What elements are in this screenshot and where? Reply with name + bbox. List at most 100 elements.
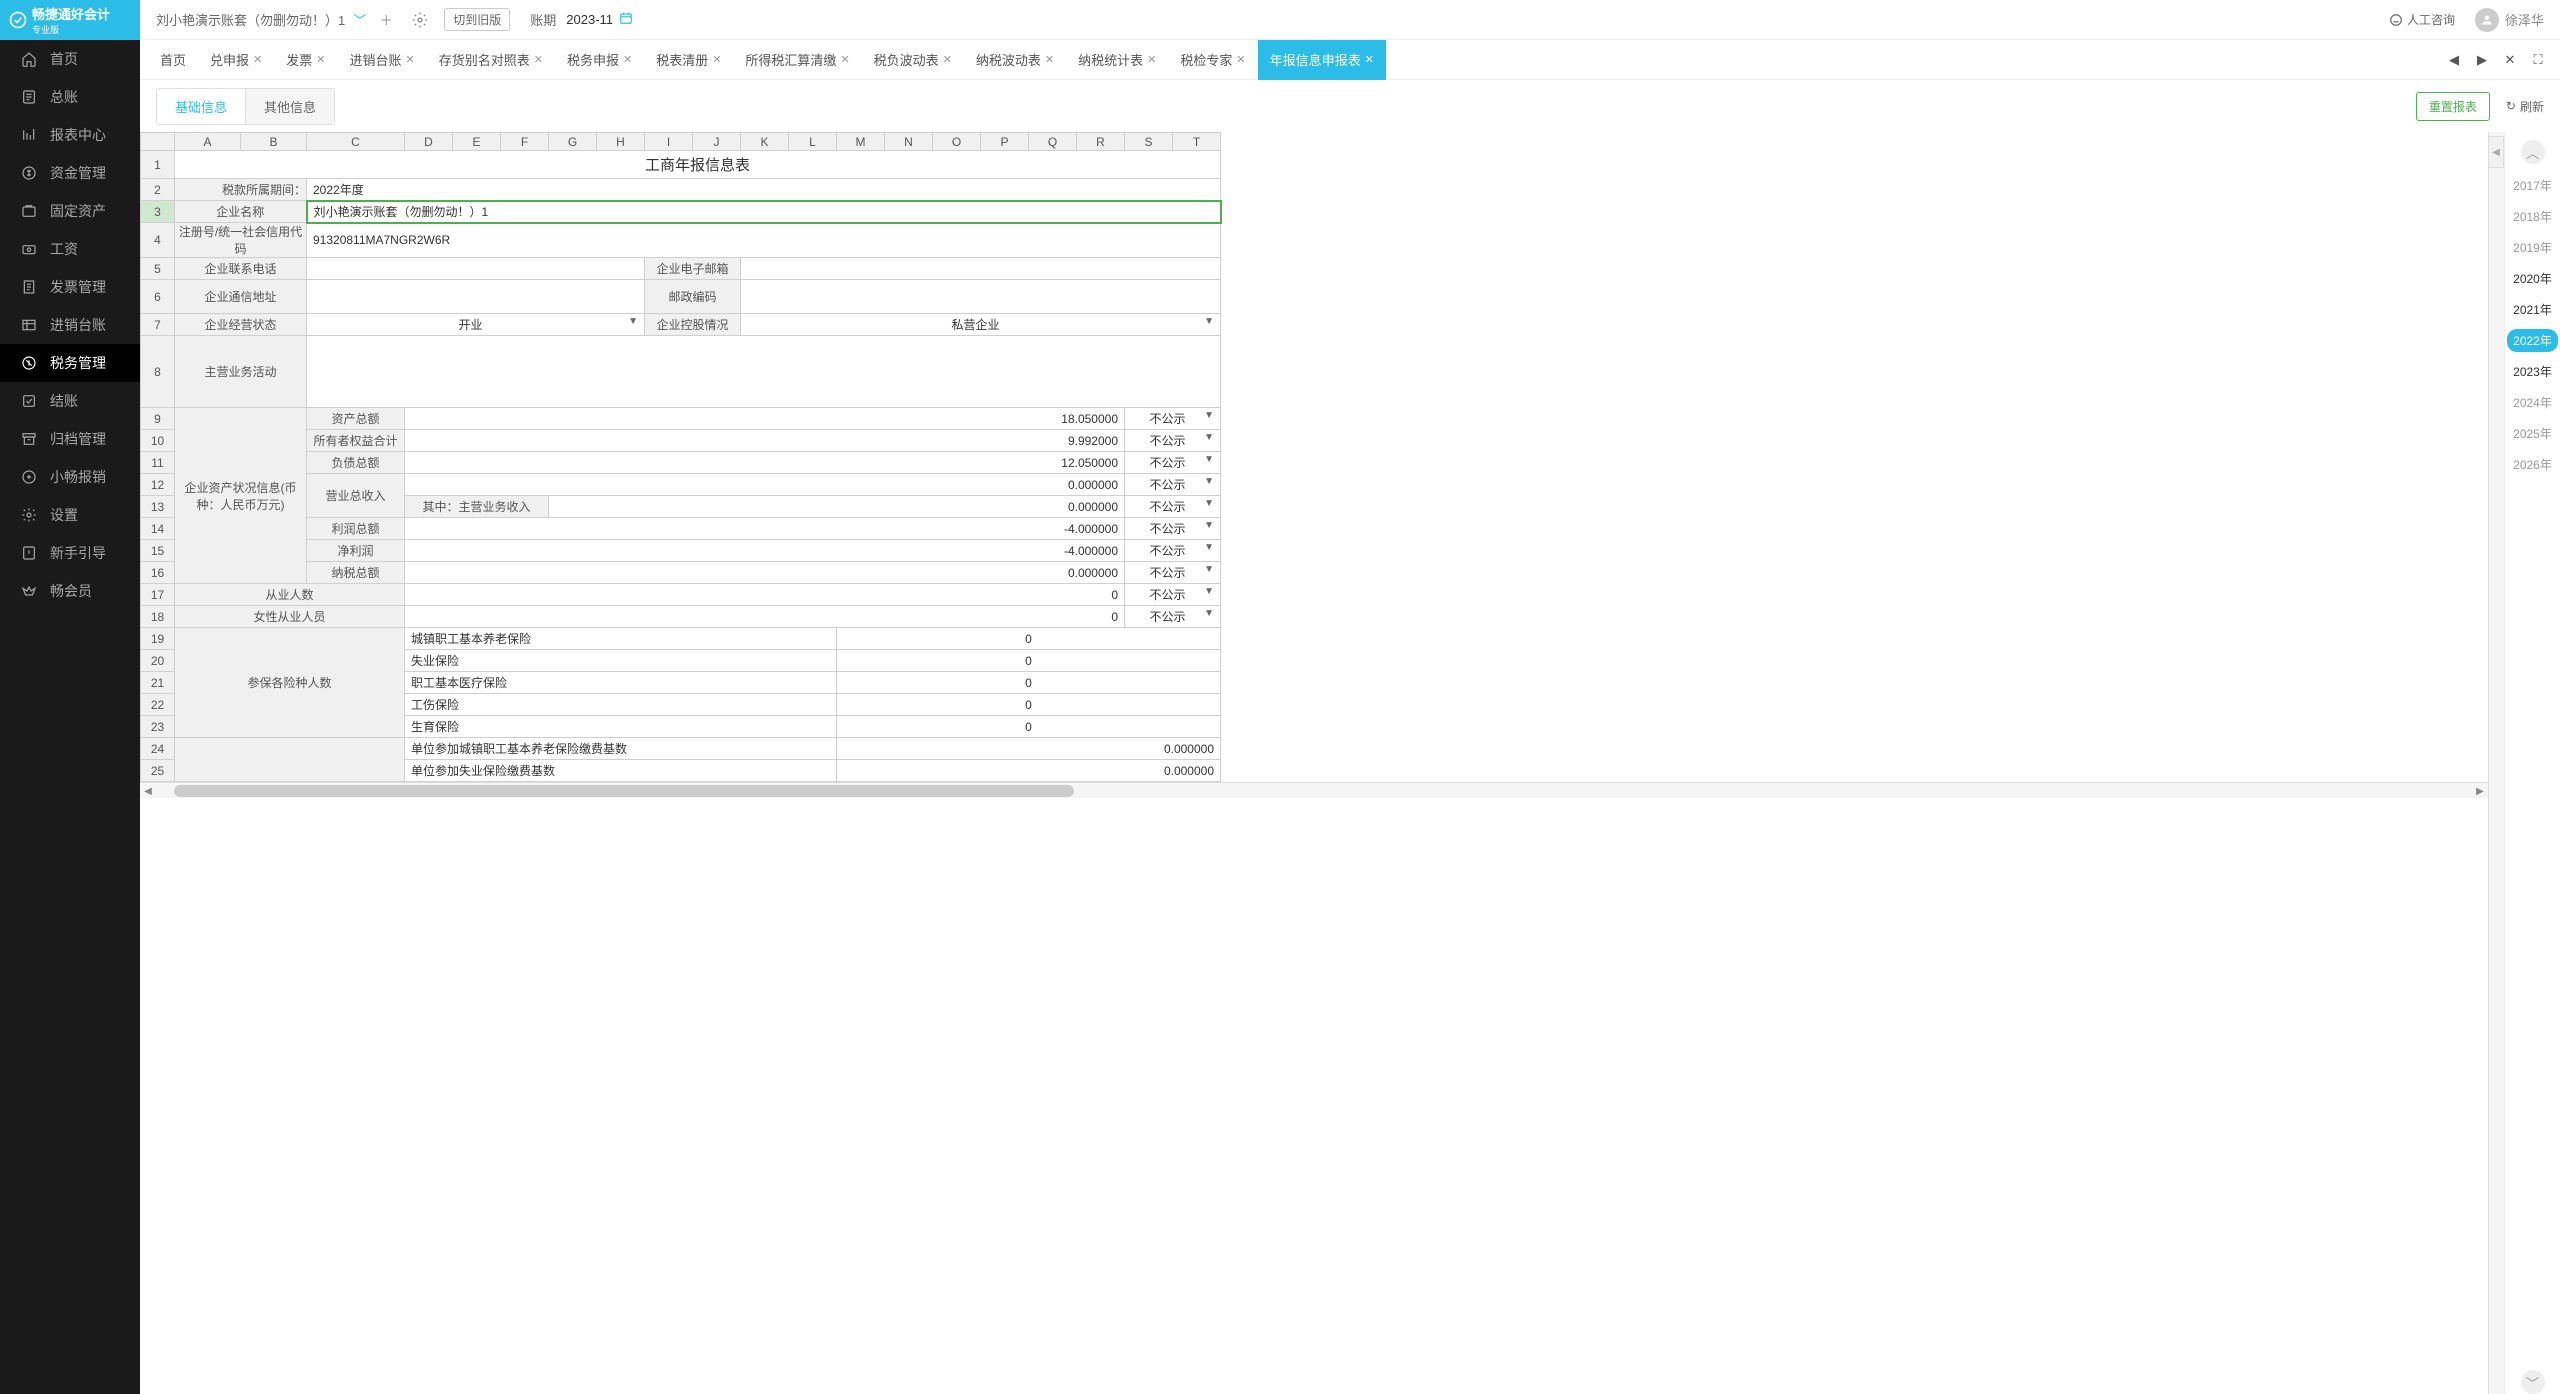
col-head-A[interactable]: A [175, 133, 241, 151]
sidebar-item-report[interactable]: 报表中心 [0, 116, 140, 154]
tab-所得税汇算清缴[interactable]: 所得税汇算清缴✕ [733, 40, 861, 80]
tab-年报信息申报表[interactable]: 年报信息申报表✕ [1258, 40, 1386, 80]
fullscreen-button[interactable]: ⛶ [2524, 46, 2552, 74]
female-value[interactable]: 0 [405, 606, 1125, 628]
sidebar-item-vip[interactable]: 畅会员 [0, 572, 140, 610]
year-item-2021年[interactable]: 2021年 [2507, 298, 2558, 321]
tab-税检专家[interactable]: 税检专家✕ [1168, 40, 1257, 80]
tab-进销台账[interactable]: 进销台账✕ [337, 40, 426, 80]
col-head-Q[interactable]: Q [1029, 133, 1077, 151]
col-head-I[interactable]: I [645, 133, 693, 151]
close-icon[interactable]: ✕ [712, 53, 721, 66]
sheet-corner[interactable] [141, 133, 175, 151]
email-value-cell[interactable] [741, 258, 1221, 280]
close-icon[interactable]: ✕ [253, 53, 262, 66]
sidebar-item-settings[interactable]: 设置 [0, 496, 140, 534]
profit-value[interactable]: -4.000000 [405, 518, 1125, 540]
row-head-16[interactable]: 16 [141, 562, 175, 584]
spreadsheet[interactable]: ABCDEFGHIJKLMNOPQRST 1工商年报信息表2税款所属期间：202… [140, 132, 2488, 1394]
reset-report-button[interactable]: 重置报表 [2416, 92, 2490, 121]
sidebar-item-fund[interactable]: 资金管理 [0, 154, 140, 192]
dropdown-arrow-icon[interactable]: ▼ [1204, 542, 1214, 553]
year-panel-collapse[interactable]: ◀ [2488, 136, 2504, 168]
ins-pension-value[interactable]: 0 [837, 628, 1221, 650]
holding-value-cell[interactable]: 私营企业▼ [741, 314, 1221, 336]
tab-税表清册[interactable]: 税表清册✕ [644, 40, 733, 80]
tax-value[interactable]: 0.000000 [405, 562, 1125, 584]
sub-tab-other[interactable]: 其他信息 [246, 89, 334, 124]
row-head-10[interactable]: 10 [141, 430, 175, 452]
col-head-G[interactable]: G [549, 133, 597, 151]
zip-value-cell[interactable] [741, 280, 1221, 314]
dropdown-arrow-icon[interactable]: ▼ [1204, 432, 1214, 443]
row-head-3[interactable]: 3 [141, 201, 175, 223]
year-item-2020年[interactable]: 2020年 [2507, 267, 2558, 290]
year-item-2017年[interactable]: 2017年 [2507, 174, 2558, 197]
period-value[interactable]: 2023-11 [566, 12, 613, 27]
row-head-7[interactable]: 7 [141, 314, 175, 336]
tab-纳税波动表[interactable]: 纳税波动表✕ [964, 40, 1066, 80]
close-icon[interactable]: ✕ [943, 53, 952, 66]
mainrev-public[interactable]: 不公示▼ [1125, 496, 1221, 518]
dropdown-arrow-icon[interactable]: ▼ [1204, 608, 1214, 619]
sidebar-item-tax[interactable]: 税务管理 [0, 344, 140, 382]
col-head-F[interactable]: F [501, 133, 549, 151]
company-value-cell[interactable]: 刘小艳演示账套（勿删勿动！）1 [307, 201, 1221, 223]
row-head-5[interactable]: 5 [141, 258, 175, 280]
netprofit-public[interactable]: 不公示▼ [1125, 540, 1221, 562]
col-head-K[interactable]: K [741, 133, 789, 151]
row-head-20[interactable]: 20 [141, 650, 175, 672]
sidebar-item-home[interactable]: 首页 [0, 40, 140, 78]
col-head-O[interactable]: O [933, 133, 981, 151]
phone-value-cell[interactable] [307, 258, 645, 280]
close-icon[interactable]: ✕ [534, 53, 543, 66]
calendar-icon[interactable] [619, 11, 633, 28]
tab-next-button[interactable]: ▶ [2468, 46, 2496, 74]
liab-public[interactable]: 不公示▼ [1125, 452, 1221, 474]
switch-old-version-button[interactable]: 切到旧版 [444, 8, 510, 31]
close-icon[interactable]: ✕ [840, 53, 849, 66]
year-item-2024年[interactable]: 2024年 [2507, 391, 2558, 414]
row-head-18[interactable]: 18 [141, 606, 175, 628]
year-item-2025年[interactable]: 2025年 [2507, 422, 2558, 445]
sidebar-item-asset[interactable]: 固定资产 [0, 192, 140, 230]
row-head-11[interactable]: 11 [141, 452, 175, 474]
ins-birth-value[interactable]: 0 [837, 716, 1221, 738]
activity-value-cell[interactable] [307, 336, 1221, 408]
col-head-N[interactable]: N [885, 133, 933, 151]
row-head-13[interactable]: 13 [141, 496, 175, 518]
sidebar-item-archive[interactable]: 归档管理 [0, 420, 140, 458]
close-icon[interactable]: ✕ [406, 53, 415, 66]
equity-value[interactable]: 9.992000 [405, 430, 1125, 452]
rev-value[interactable]: 0.000000 [405, 474, 1125, 496]
base-unemp-value[interactable]: 0.000000 [837, 760, 1221, 782]
year-item-2023年[interactable]: 2023年 [2507, 360, 2558, 383]
row-head-22[interactable]: 22 [141, 694, 175, 716]
horizontal-scrollbar[interactable]: ◀ ▶ [140, 782, 2488, 798]
account-settings-button[interactable] [406, 6, 434, 34]
row-head-12[interactable]: 12 [141, 474, 175, 496]
scroll-thumb[interactable] [174, 785, 1074, 797]
row-head-6[interactable]: 6 [141, 280, 175, 314]
scroll-right-icon[interactable]: ▶ [2472, 783, 2488, 799]
col-head-D[interactable]: D [405, 133, 453, 151]
row-head-4[interactable]: 4 [141, 223, 175, 258]
row-head-24[interactable]: 24 [141, 738, 175, 760]
equity-public[interactable]: 不公示▼ [1125, 430, 1221, 452]
col-head-S[interactable]: S [1125, 133, 1173, 151]
dropdown-arrow-icon[interactable]: ▼ [1204, 316, 1214, 327]
row-head-23[interactable]: 23 [141, 716, 175, 738]
mainrev-value[interactable]: 0.000000 [549, 496, 1125, 518]
tax-public[interactable]: 不公示▼ [1125, 562, 1221, 584]
tab-close-all-button[interactable]: ✕ [2496, 46, 2524, 74]
assets-value[interactable]: 18.050000 [405, 408, 1125, 430]
dropdown-arrow-icon[interactable]: ▼ [628, 316, 638, 327]
tab-纳税统计表[interactable]: 纳税统计表✕ [1066, 40, 1168, 80]
reg-value-cell[interactable]: 91320811MA7NGR2W6R [307, 223, 1221, 258]
year-item-2018年[interactable]: 2018年 [2507, 205, 2558, 228]
close-icon[interactable]: ✕ [1045, 53, 1054, 66]
rev-public[interactable]: 不公示▼ [1125, 474, 1221, 496]
row-head-15[interactable]: 15 [141, 540, 175, 562]
sidebar-item-reimburse[interactable]: 小畅报销 [0, 458, 140, 496]
row-head-1[interactable]: 1 [141, 151, 175, 179]
